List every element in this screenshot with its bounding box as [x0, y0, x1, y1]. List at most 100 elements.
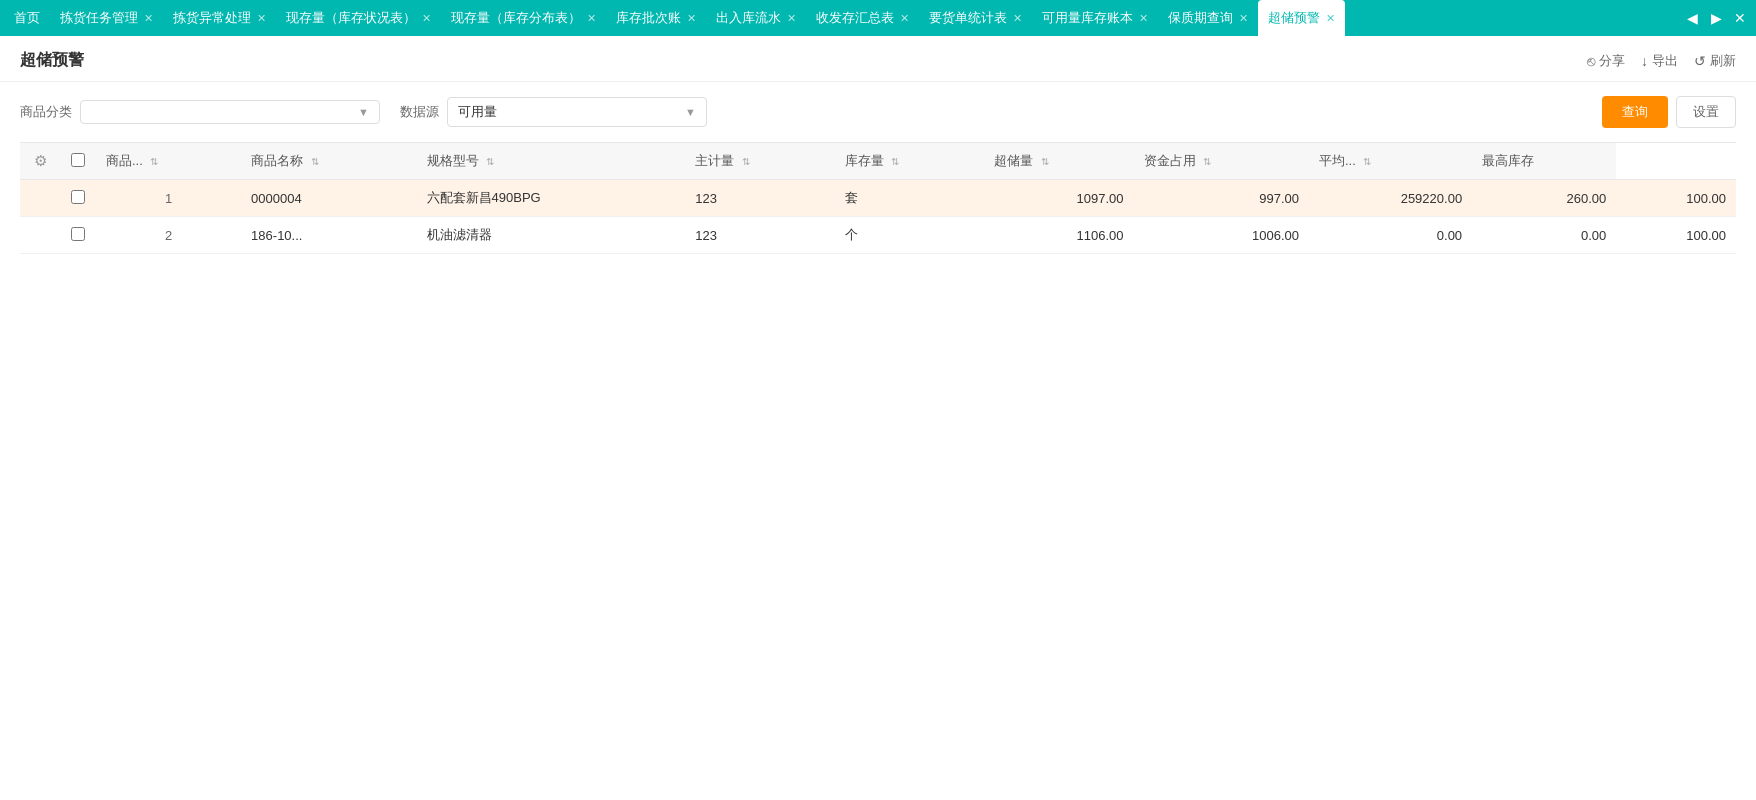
row-avg: 0.00: [1472, 217, 1616, 254]
nav-item-summary[interactable]: 收发存汇总表 ✕: [806, 0, 919, 36]
sort-icon: ⇅: [742, 156, 750, 167]
nav-item-home[interactable]: 首页: [4, 0, 50, 36]
row-max-stock: 100.00: [1616, 180, 1736, 217]
category-select[interactable]: ▼: [80, 100, 380, 124]
close-icon[interactable]: ✕: [787, 12, 796, 25]
close-icon[interactable]: ✕: [422, 12, 431, 25]
close-icon[interactable]: ✕: [257, 12, 266, 25]
row-product-name: 六配套新昌490BPG: [417, 180, 686, 217]
nav-item-task[interactable]: 拣货任务管理 ✕: [50, 0, 163, 36]
close-icon[interactable]: ✕: [1326, 12, 1335, 25]
nav-item-stock-dist[interactable]: 现存量（库存分布表） ✕: [441, 0, 606, 36]
row-num-cell: 2: [96, 217, 241, 254]
sort-icon: ⇅: [150, 156, 158, 167]
sort-icon: ⇅: [1041, 156, 1049, 167]
column-product-code[interactable]: 商品... ⇅: [96, 143, 241, 180]
nav-item-abnormal[interactable]: 拣货异常处理 ✕: [163, 0, 276, 36]
row-num-cell: 1: [96, 180, 241, 217]
sort-icon: ⇅: [891, 156, 899, 167]
close-icon[interactable]: ✕: [1139, 12, 1148, 25]
row-product-name: 机油滤清器: [417, 217, 686, 254]
table-row: 1 0000004 六配套新昌490BPG 123 套 1097.00 997.…: [20, 180, 1736, 217]
filter-actions: 查询 设置: [1602, 96, 1736, 128]
export-button[interactable]: ↓ 导出: [1641, 52, 1678, 70]
row-spec: 123: [685, 180, 834, 217]
nav-item-overstock[interactable]: 超储预警 ✕: [1258, 0, 1345, 36]
nav-item-inout[interactable]: 出入库流水 ✕: [706, 0, 806, 36]
category-label: 商品分类: [20, 103, 72, 121]
column-stock[interactable]: 库存量 ⇅: [835, 143, 984, 180]
row-settings-cell: [20, 217, 60, 254]
row-unit: 个: [835, 217, 984, 254]
table-header-row: ⚙ 商品... ⇅ 商品名称 ⇅ 规格型号 ⇅: [20, 143, 1736, 180]
column-settings[interactable]: ⚙: [20, 143, 60, 180]
close-icon[interactable]: ✕: [687, 12, 696, 25]
data-table-container: ⚙ 商品... ⇅ 商品名称 ⇅ 规格型号 ⇅: [0, 142, 1756, 254]
column-capital[interactable]: 资金占用 ⇅: [1134, 143, 1309, 180]
datasource-filter: 数据源 可用量 ▼: [400, 97, 707, 127]
column-unit[interactable]: 主计量 ⇅: [685, 143, 834, 180]
row-stock: 1097.00: [984, 180, 1133, 217]
column-product-name[interactable]: 商品名称 ⇅: [241, 143, 416, 180]
page-content: 超储预警 ⎋ 分享 ↓ 导出 ↺ 刷新 商品分类 ▼ 数据源: [0, 36, 1756, 800]
row-settings-cell: [20, 180, 60, 217]
sort-icon: ⇅: [311, 156, 319, 167]
column-spec[interactable]: 规格型号 ⇅: [417, 143, 686, 180]
nav-item-requisition[interactable]: 要货单统计表 ✕: [919, 0, 1032, 36]
nav-item-batch[interactable]: 库存批次账 ✕: [606, 0, 706, 36]
chevron-down-icon: ▼: [685, 106, 696, 118]
column-max-stock: 最高库存: [1472, 143, 1616, 180]
refresh-button[interactable]: ↺ 刷新: [1694, 52, 1736, 70]
close-icon[interactable]: ✕: [587, 12, 596, 25]
close-icon[interactable]: ✕: [1013, 12, 1022, 25]
datasource-select[interactable]: 可用量 ▼: [447, 97, 707, 127]
gear-icon[interactable]: ⚙: [34, 152, 47, 169]
share-button[interactable]: ⎋ 分享: [1587, 52, 1625, 70]
page-title: 超储预警: [20, 50, 84, 71]
overstock-table: ⚙ 商品... ⇅ 商品名称 ⇅ 规格型号 ⇅: [20, 142, 1736, 254]
header-actions: ⎋ 分享 ↓ 导出 ↺ 刷新: [1587, 52, 1736, 70]
close-icon[interactable]: ✕: [900, 12, 909, 25]
datasource-label: 数据源: [400, 103, 439, 121]
table-row: 2 186-10... 机油滤清器 123 个 1106.00 1006.00 …: [20, 217, 1736, 254]
row-product-code: 186-10...: [241, 217, 416, 254]
row-unit: 套: [835, 180, 984, 217]
nav-next-button[interactable]: ▶: [1704, 0, 1728, 36]
row-checkbox[interactable]: [71, 190, 85, 204]
column-avg[interactable]: 平均... ⇅: [1309, 143, 1472, 180]
sort-icon: ⇅: [1363, 156, 1371, 167]
close-icon[interactable]: ✕: [144, 12, 153, 25]
nav-item-stock-status[interactable]: 现存量（库存状况表） ✕: [276, 0, 441, 36]
chevron-down-icon: ▼: [358, 106, 369, 118]
table-body: 1 0000004 六配套新昌490BPG 123 套 1097.00 997.…: [20, 180, 1736, 254]
row-spec: 123: [685, 217, 834, 254]
sort-icon: ⇅: [1203, 156, 1211, 167]
row-product-code: 0000004: [241, 180, 416, 217]
query-button[interactable]: 查询: [1602, 96, 1668, 128]
nav-close-all-button[interactable]: ✕: [1728, 0, 1752, 36]
filter-bar: 商品分类 ▼ 数据源 可用量 ▼ 查询 设置: [0, 82, 1756, 142]
page-header: 超储预警 ⎋ 分享 ↓ 导出 ↺ 刷新: [0, 36, 1756, 82]
select-all-checkbox[interactable]: [71, 153, 85, 167]
row-capital: 259220.00: [1309, 180, 1472, 217]
row-overstock: 997.00: [1134, 180, 1309, 217]
row-overstock: 1006.00: [1134, 217, 1309, 254]
row-max-stock: 100.00: [1616, 217, 1736, 254]
top-navigation: 首页 拣货任务管理 ✕ 拣货异常处理 ✕ 现存量（库存状况表） ✕ 现存量（库存…: [0, 0, 1756, 36]
row-checkbox-cell[interactable]: [60, 217, 96, 254]
nav-item-expiry[interactable]: 保质期查询 ✕: [1158, 0, 1258, 36]
category-filter: 商品分类 ▼: [20, 100, 380, 124]
refresh-icon: ↺: [1694, 53, 1706, 69]
share-icon: ⎋: [1587, 53, 1595, 69]
column-overstock[interactable]: 超储量 ⇅: [984, 143, 1133, 180]
row-capital: 0.00: [1309, 217, 1472, 254]
sort-icon: ⇅: [486, 156, 494, 167]
nav-arrows: ◀ ▶ ✕: [1680, 0, 1752, 36]
export-icon: ↓: [1641, 53, 1648, 69]
nav-prev-button[interactable]: ◀: [1680, 0, 1704, 36]
row-checkbox-cell[interactable]: [60, 180, 96, 217]
nav-item-available[interactable]: 可用量库存账本 ✕: [1032, 0, 1158, 36]
row-checkbox[interactable]: [71, 227, 85, 241]
settings-button[interactable]: 设置: [1676, 96, 1736, 128]
close-icon[interactable]: ✕: [1239, 12, 1248, 25]
